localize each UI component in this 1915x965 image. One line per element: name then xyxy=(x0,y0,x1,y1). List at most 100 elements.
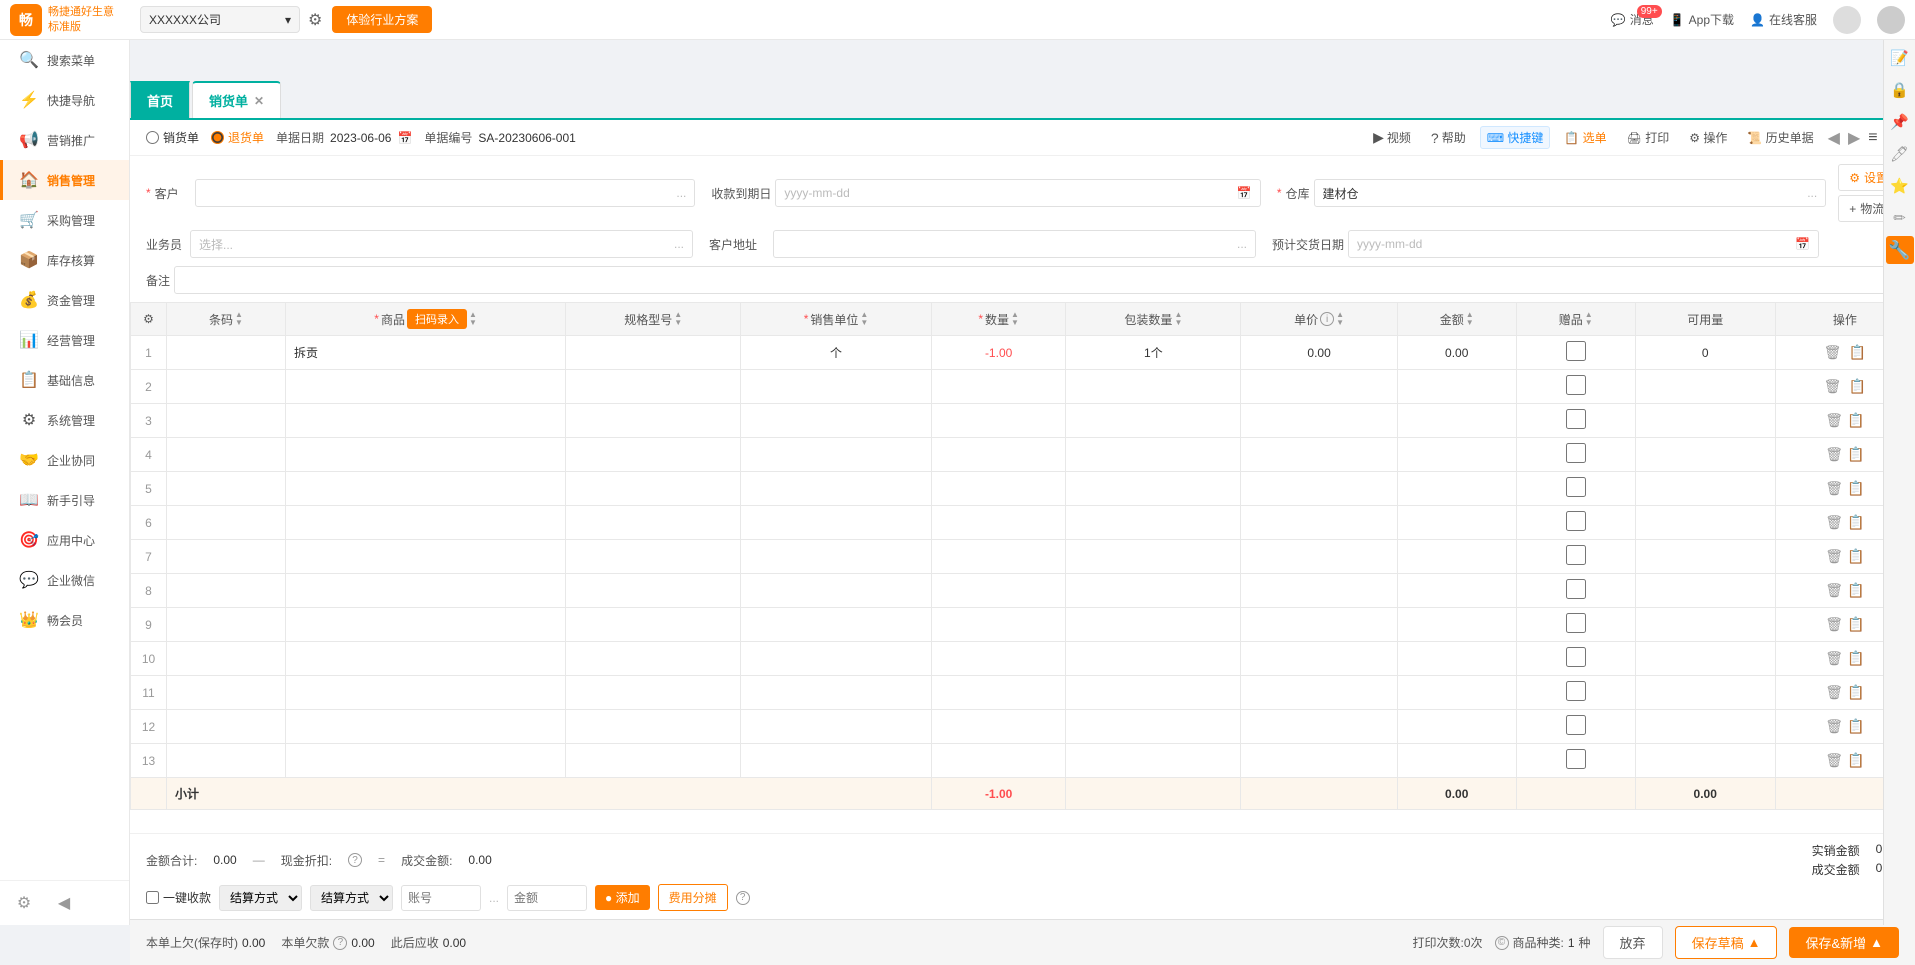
copy-icon-9[interactable]: 📋 xyxy=(1847,616,1864,632)
salesman-dots-icon[interactable]: ... xyxy=(674,237,684,251)
gift-checkbox-10[interactable] xyxy=(1566,647,1586,667)
avatar[interactable] xyxy=(1833,6,1861,34)
help-btn[interactable]: ?帮助 xyxy=(1425,126,1472,149)
online-service-btn[interactable]: 👤 在线客服 xyxy=(1750,11,1817,28)
delete-icon-12[interactable]: 🗑 xyxy=(1825,718,1843,734)
gift-checkbox-12[interactable] xyxy=(1566,715,1586,735)
gift-checkbox-8[interactable] xyxy=(1566,579,1586,599)
customer-dots-icon[interactable]: ... xyxy=(676,186,686,200)
right-tool-config[interactable]: 🔧 xyxy=(1886,236,1914,264)
delete-icon-6[interactable]: 🗑 xyxy=(1825,514,1843,530)
row-barcode-1[interactable] xyxy=(167,336,286,370)
copy-icon-4[interactable]: 📋 xyxy=(1847,446,1864,462)
delete-icon-2[interactable]: 🗑 xyxy=(1824,378,1842,394)
delete-icon-13[interactable]: 🗑 xyxy=(1825,752,1843,768)
sidebar-item-search[interactable]: 🔍 搜索菜单 xyxy=(0,40,129,80)
save-new-button[interactable]: 保存&新增 ▲ xyxy=(1789,927,1899,958)
row-pack-qty-2[interactable] xyxy=(1066,370,1241,404)
delete-icon-9[interactable]: 🗑 xyxy=(1825,616,1843,632)
sort-barcode[interactable]: ▲▼ xyxy=(235,311,243,327)
debt-info-icon[interactable]: ? xyxy=(333,936,347,950)
due-date-input[interactable]: yyyy-mm-dd 📅 xyxy=(775,179,1260,207)
settings-icon[interactable]: ⚙ xyxy=(308,10,322,30)
app-download-btn[interactable]: 📱 App下载 xyxy=(1670,11,1734,28)
row-amount-1[interactable]: 0.00 xyxy=(1397,336,1516,370)
row-product-2[interactable] xyxy=(285,370,565,404)
sidebar-item-marketing[interactable]: 📢 营销推广 xyxy=(0,120,129,160)
row-price-1[interactable]: 0.00 xyxy=(1241,336,1397,370)
copy-icon-10[interactable]: 📋 xyxy=(1847,650,1864,666)
expected-date-input[interactable]: yyyy-mm-dd 📅 xyxy=(1348,230,1819,258)
gift-checkbox-4[interactable] xyxy=(1566,443,1586,463)
sidebar-item-quick-nav[interactable]: ⚡ 快捷导航 xyxy=(0,80,129,120)
sidebar-item-finance[interactable]: 💰 资金管理 xyxy=(0,280,129,320)
right-tool-pin[interactable]: 📌 xyxy=(1886,108,1914,136)
gift-checkbox-9[interactable] xyxy=(1566,613,1586,633)
sort-spec[interactable]: ▲▼ xyxy=(674,311,682,327)
sidebar-item-purchase[interactable]: 🛒 采购管理 xyxy=(0,200,129,240)
one-click-payment-checkbox[interactable] xyxy=(146,891,159,904)
scan-button[interactable]: 扫码录入 xyxy=(407,309,467,329)
radio-return-order[interactable]: 退货单 xyxy=(211,129,264,146)
customer-address-input[interactable]: ... xyxy=(773,230,1256,258)
right-tool-pen[interactable]: 🖊 xyxy=(1886,140,1914,168)
fee-split-button[interactable]: 费用分摊 xyxy=(658,884,728,911)
video-btn[interactable]: ▶视频 xyxy=(1367,126,1417,149)
row-unit-2[interactable] xyxy=(741,370,932,404)
row-pack-qty-1[interactable]: 1个 xyxy=(1066,336,1241,370)
sidebar-settings-btn[interactable]: ⚙ xyxy=(8,889,40,917)
sort-price[interactable]: ▲▼ xyxy=(1336,311,1344,327)
prev-record-icon[interactable]: ◀ xyxy=(1828,128,1840,148)
sidebar-collapse-btn[interactable]: ◀ xyxy=(48,889,80,917)
gift-checkbox-1[interactable] xyxy=(1566,341,1586,361)
copy-icon-3[interactable]: 📋 xyxy=(1847,412,1864,428)
warehouse-dots-icon[interactable]: ... xyxy=(1807,186,1817,200)
product-type-icon[interactable]: © xyxy=(1495,936,1509,950)
row-unit-1[interactable]: 个 xyxy=(741,336,932,370)
trial-button[interactable]: 体验行业方案 xyxy=(332,6,432,33)
select-btn[interactable]: 📋 选单 xyxy=(1558,126,1612,149)
save-draft-button[interactable]: 保存草稿 ▲ xyxy=(1675,926,1778,959)
history-btn[interactable]: 📜 历史单据 xyxy=(1741,126,1819,149)
row-price-2[interactable] xyxy=(1241,370,1397,404)
gift-checkbox-5[interactable] xyxy=(1566,477,1586,497)
radio-input-return[interactable] xyxy=(211,131,224,144)
notes-input[interactable] xyxy=(174,266,1899,294)
row-qty-1[interactable]: -1.00 xyxy=(931,336,1066,370)
account-select[interactable]: 结算方式 xyxy=(310,885,393,911)
sidebar-item-sales[interactable]: 🏠 销售管理 xyxy=(0,160,129,200)
radio-input-sales[interactable] xyxy=(146,131,159,144)
row-barcode-2[interactable] xyxy=(167,370,286,404)
gift-checkbox-3[interactable] xyxy=(1566,409,1586,429)
delete-icon-3[interactable]: 🗑 xyxy=(1825,412,1843,428)
row-gift-2[interactable] xyxy=(1516,370,1635,404)
payment-method-select[interactable]: 结算方式 xyxy=(219,885,302,911)
gift-checkbox-2[interactable] xyxy=(1566,375,1586,395)
sort-qty[interactable]: ▲▼ xyxy=(1011,311,1019,327)
list-view-icon[interactable]: ≡ xyxy=(1868,129,1877,147)
sort-gift[interactable]: ▲▼ xyxy=(1585,311,1593,327)
sidebar-item-basic[interactable]: 📋 基础信息 xyxy=(0,360,129,400)
delete-icon-5[interactable]: 🗑 xyxy=(1825,480,1843,496)
payment-amount-input[interactable] xyxy=(507,885,587,911)
right-tool-pencil[interactable]: ✏ xyxy=(1886,204,1914,232)
sidebar-item-guide[interactable]: 📖 新手引导 xyxy=(0,480,129,520)
right-tool-star[interactable]: ⭐ xyxy=(1886,172,1914,200)
address-dots-icon[interactable]: ... xyxy=(1237,237,1247,251)
right-tool-lock[interactable]: 🔒 xyxy=(1886,76,1914,104)
cash-discount-info-icon[interactable]: ? xyxy=(348,853,362,867)
tab-home[interactable]: 首页 xyxy=(130,81,190,118)
print-btn[interactable]: 🖨 打印 xyxy=(1621,126,1676,149)
copy-icon-2[interactable]: 📋 xyxy=(1849,378,1866,394)
sidebar-item-enterprise[interactable]: 🤝 企业协同 xyxy=(0,440,129,480)
row-spec-1[interactable] xyxy=(566,336,741,370)
sidebar-item-appstore[interactable]: 🎯 应用中心 xyxy=(0,520,129,560)
row-amount-2[interactable] xyxy=(1397,370,1516,404)
row-gift-1[interactable] xyxy=(1516,336,1635,370)
shortcut-btn[interactable]: ⌨ 快捷键 xyxy=(1480,126,1551,149)
row-spec-2[interactable] xyxy=(566,370,741,404)
sidebar-item-inventory[interactable]: 📦 库存核算 xyxy=(0,240,129,280)
avatar-extra[interactable] xyxy=(1877,6,1905,34)
next-record-icon[interactable]: ▶ xyxy=(1848,128,1860,148)
customer-input[interactable]: ... xyxy=(195,179,696,207)
